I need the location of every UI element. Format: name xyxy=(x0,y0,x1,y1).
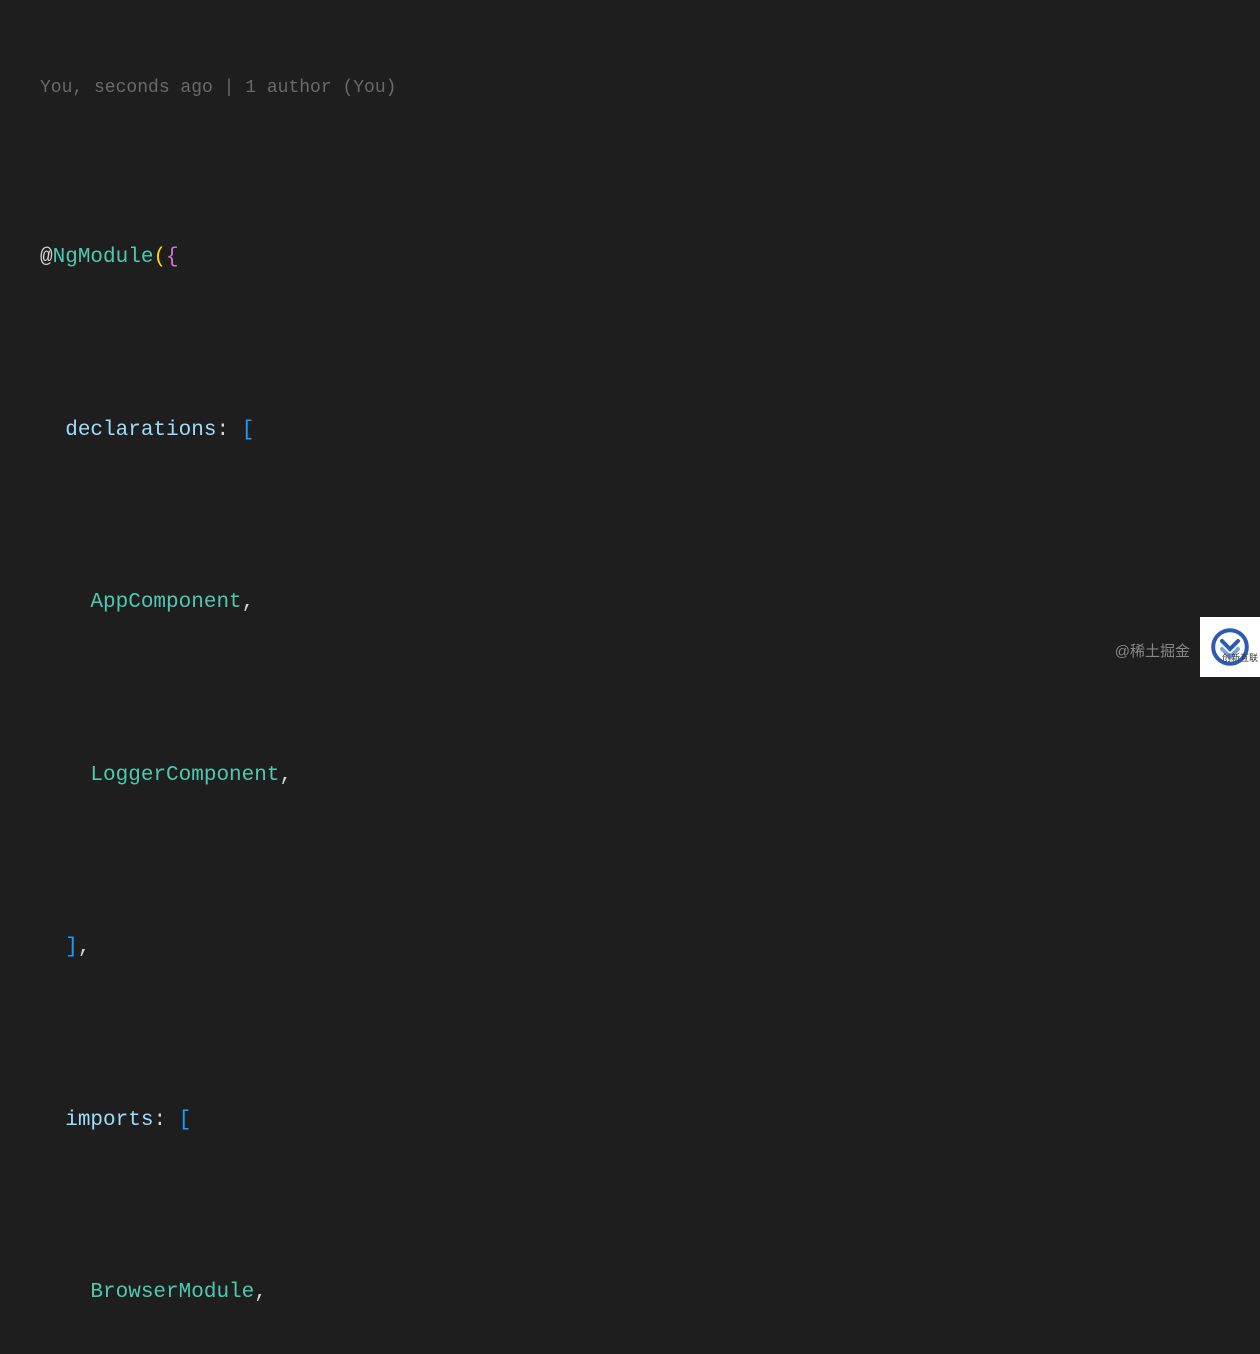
key-declarations: declarations xyxy=(65,419,216,442)
code-line[interactable]: LoggerComponent, xyxy=(0,759,1260,794)
key-imports: imports xyxy=(65,1109,153,1132)
decorator-name: NgModule xyxy=(53,246,154,269)
logo-text: 创新互联 xyxy=(1222,641,1258,676)
class-ref: BrowserModule xyxy=(90,1281,254,1304)
code-line[interactable]: declarations: [ xyxy=(0,414,1260,449)
git-blame-annotation: You, seconds ago | 1 author (You) xyxy=(0,69,1260,103)
code-line[interactable]: BrowserModule, xyxy=(0,1276,1260,1311)
class-ref: AppComponent xyxy=(90,591,241,614)
bracket-open: [ xyxy=(179,1109,192,1132)
code-line[interactable]: imports: [ xyxy=(0,1104,1260,1139)
bracket-close: ] xyxy=(65,936,78,959)
brace-open: { xyxy=(166,246,179,269)
code-line[interactable]: AppComponent, xyxy=(0,586,1260,621)
class-ref: LoggerComponent xyxy=(90,764,279,787)
paren-open: ( xyxy=(153,246,166,269)
code-editor[interactable]: You, seconds ago | 1 author (You) @NgMod… xyxy=(0,0,1260,1354)
bracket-open: [ xyxy=(242,419,255,442)
at-symbol: @ xyxy=(40,246,53,269)
watermark-logo: 创新互联 xyxy=(1200,617,1260,677)
watermark-text: @稀土掘金 xyxy=(1115,635,1190,670)
code-line[interactable]: @NgModule({ xyxy=(0,241,1260,276)
code-line[interactable]: ], xyxy=(0,931,1260,966)
